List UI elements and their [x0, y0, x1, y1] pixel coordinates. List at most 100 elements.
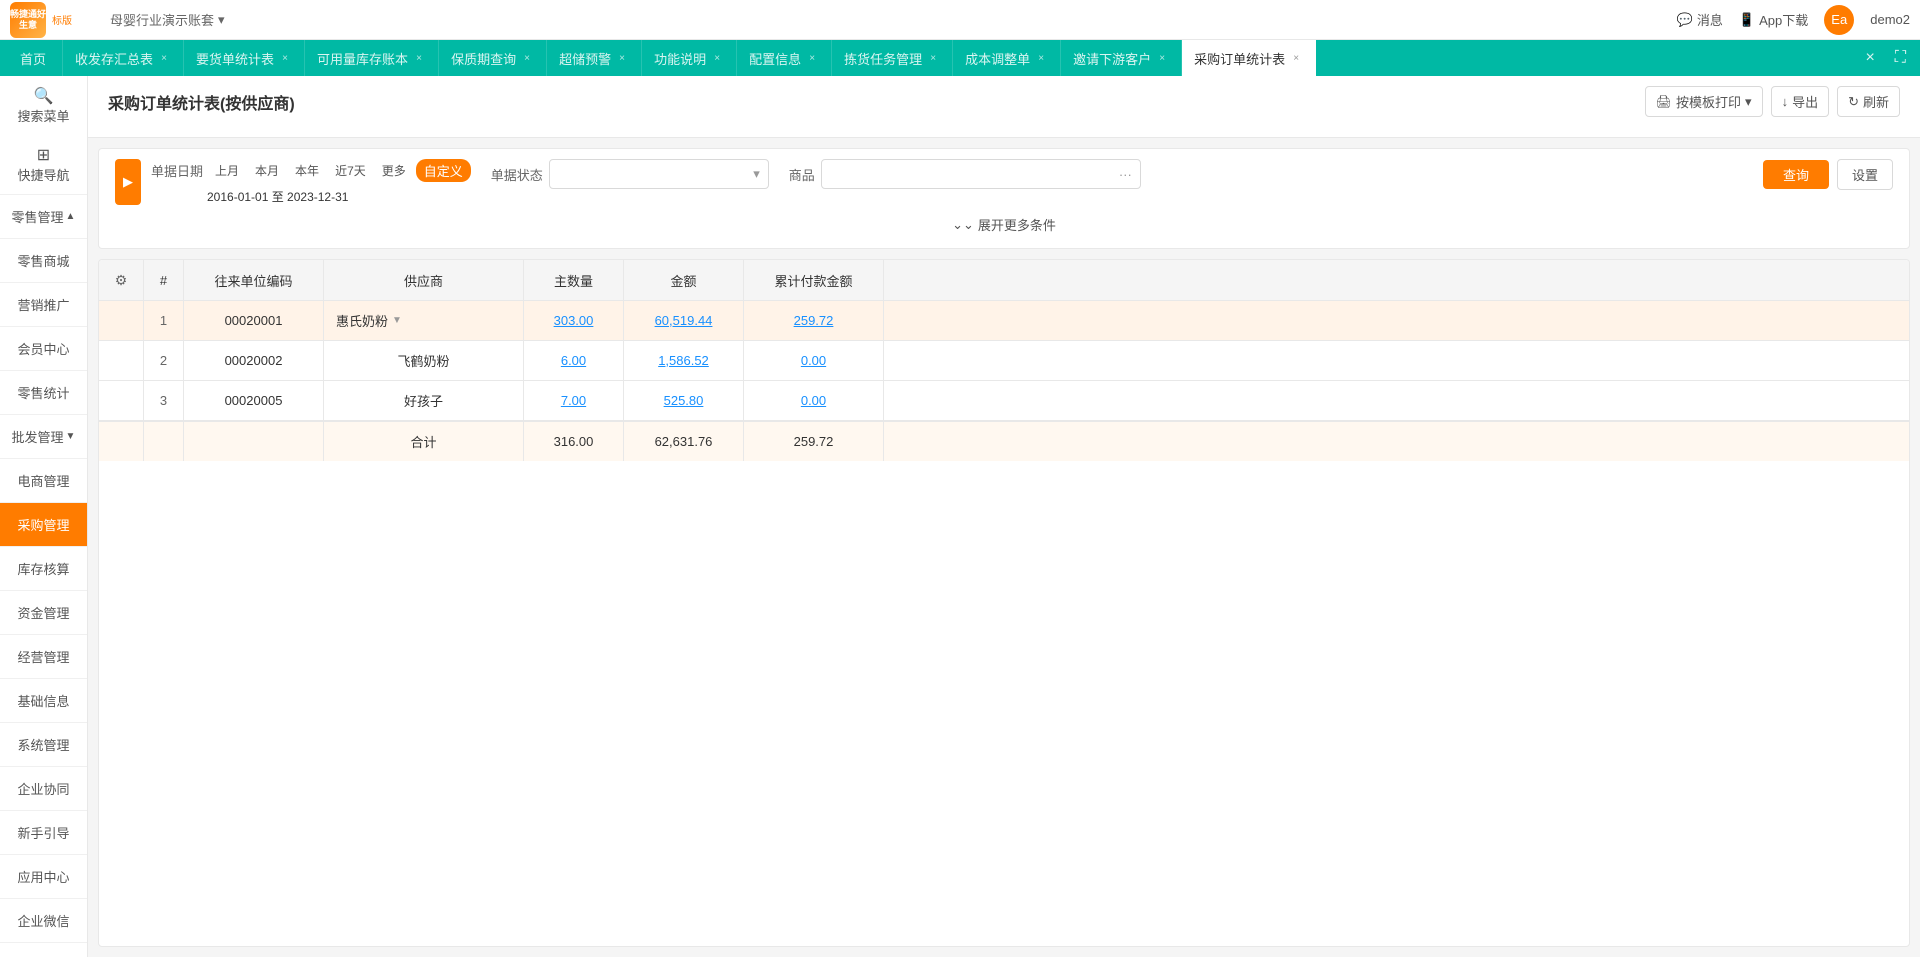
- cell-qty: 303.00: [524, 301, 624, 341]
- tab-close-bqxcx[interactable]: ×: [520, 51, 534, 65]
- nav-tabs: 首页 收发存汇总表 × 要货单统计表 × 可用量库存账本 × 保质期查询 × 超…: [0, 40, 1920, 76]
- page-title: 采购订单统计表(按供应商): [108, 90, 295, 114]
- sidebar-item-app-center[interactable]: 应用中心: [0, 855, 87, 899]
- tab-ccyj[interactable]: 超储预警 ×: [547, 40, 642, 76]
- sidebar-quick-nav[interactable]: ⊞ 快捷导航: [0, 135, 87, 195]
- sidebar-item-marketing[interactable]: 营销推广: [0, 283, 87, 327]
- page-header: 采购订单统计表(按供应商) 🖨 按模板打印 ▾ ↓ 导出 ↻ 刷新: [88, 76, 1920, 138]
- sidebar-item-system[interactable]: 系统管理: [0, 723, 87, 767]
- table-row: 2 00020002 飞鹤奶粉 6.00 1,586.52 0.00: [99, 341, 1909, 381]
- tab-maximize-btn[interactable]: ⛶: [1885, 49, 1916, 67]
- col-settings: ⚙: [99, 260, 144, 301]
- message-btn[interactable]: 💬 消息: [1677, 10, 1723, 29]
- shortcut-this-month[interactable]: 本月: [249, 160, 285, 181]
- col-supplier: 供应商: [324, 260, 524, 301]
- tab-close-shfd[interactable]: ×: [157, 51, 171, 65]
- sidebar-item-inventory[interactable]: 库存核算: [0, 547, 87, 591]
- column-settings-icon[interactable]: ⚙: [111, 270, 131, 290]
- content-inner: ▶ 单据日期 上月 本月 本年 近7天: [88, 138, 1920, 957]
- sidebar-item-purchase[interactable]: 采购管理: [0, 503, 87, 547]
- date-shortcuts: 上月 本月 本年 近7天 更多 自定义: [209, 159, 471, 182]
- tab-cbtz[interactable]: 成本调整单 ×: [953, 40, 1061, 76]
- status-filter: 单据状态 ▾: [491, 159, 769, 189]
- col-paid: 累计付款金额: [744, 260, 884, 301]
- footer-rownum: [144, 421, 184, 461]
- goods-label: 商品: [789, 165, 815, 184]
- tab-yhtjb[interactable]: 要货单统计表 ×: [184, 40, 305, 76]
- tab-end-actions: × ⛶: [1855, 40, 1916, 76]
- sidebar-search[interactable]: 🔍 搜索菜单: [0, 76, 87, 135]
- sidebar-item-vip[interactable]: 畅会员: [0, 943, 87, 957]
- tab-close-cbtz[interactable]: ×: [1034, 51, 1048, 65]
- cell-unit-code: 00020002: [184, 341, 324, 381]
- cell-amount: 60,519.44: [624, 301, 744, 341]
- sidebar-item-member[interactable]: 会员中心: [0, 327, 87, 371]
- tab-pzsxx[interactable]: 配置信息 ×: [737, 40, 832, 76]
- filter-top-row: ▶ 单据日期 上月 本月 本年 近7天: [115, 159, 1893, 205]
- cell-settings: [99, 301, 144, 341]
- tab-gnms[interactable]: 功能说明 ×: [642, 40, 737, 76]
- tab-kylkzb[interactable]: 可用量库存账本 ×: [305, 40, 439, 76]
- tab-yqxyhyh[interactable]: 邀请下游客户 ×: [1061, 40, 1182, 76]
- app-download-btn[interactable]: 📱 App下载: [1739, 10, 1808, 29]
- tab-shfd[interactable]: 收发存汇总表 ×: [63, 40, 184, 76]
- cell-supplier: 好孩子: [324, 381, 524, 422]
- user-avatar[interactable]: Ea: [1824, 5, 1854, 35]
- tab-cgdd[interactable]: 采购订单统计表 ×: [1182, 40, 1316, 76]
- date-custom-label[interactable]: 自定义: [416, 159, 471, 182]
- sidebar-item-newbie[interactable]: 新手引导: [0, 811, 87, 855]
- cell-unit-code: 00020005: [184, 381, 324, 422]
- settings-btn[interactable]: 设置: [1837, 159, 1893, 190]
- shortcut-last-month[interactable]: 上月: [209, 160, 245, 181]
- sidebar-item-wechat[interactable]: 企业微信: [0, 899, 87, 943]
- top-actions: 💬 消息 📱 App下载 Ea demo2: [1677, 5, 1910, 35]
- export-btn[interactable]: ↓ 导出: [1771, 86, 1830, 117]
- sidebar-item-retail[interactable]: 零售管理 ▲: [0, 195, 87, 239]
- sidebar-item-retail-stats[interactable]: 零售统计: [0, 371, 87, 415]
- tab-close-all-btn[interactable]: ×: [1855, 49, 1884, 67]
- tab-close-yhtjb[interactable]: ×: [278, 51, 292, 65]
- expand-icon[interactable]: ▼: [392, 315, 402, 326]
- print-btn[interactable]: 🖨 按模板打印 ▾: [1645, 86, 1763, 117]
- goods-select[interactable]: ···: [821, 159, 1141, 189]
- table-row: 3 00020005 好孩子 7.00 525.80 0.00: [99, 381, 1909, 422]
- sidebar-item-ecommerce[interactable]: 电商管理: [0, 459, 87, 503]
- tab-close-gnms[interactable]: ×: [710, 51, 724, 65]
- sidebar-item-operations[interactable]: 经营管理: [0, 635, 87, 679]
- cell-paid: 0.00: [744, 381, 884, 422]
- date-filter: 单据日期 上月 本月 本年 近7天 更多 自定义: [151, 159, 471, 205]
- col-rownum: #: [144, 260, 184, 301]
- sidebar-item-wholesale[interactable]: 批发管理 ▼: [0, 415, 87, 459]
- logo-area: 畅捷通好生意 标版: [10, 2, 98, 38]
- tab-home[interactable]: 首页: [4, 40, 63, 76]
- filter-toggle-btn[interactable]: ▶: [115, 159, 141, 205]
- sidebar: 🔍 搜索菜单 ⊞ 快捷导航 零售管理 ▲ 零售商城 营销推广 会员中心 零售统计…: [0, 76, 88, 957]
- goods-filter: 商品 ···: [789, 159, 1141, 189]
- refresh-btn[interactable]: ↻ 刷新: [1837, 86, 1900, 117]
- tab-close-ccyj[interactable]: ×: [615, 51, 629, 65]
- cell-rownum: 1: [144, 301, 184, 341]
- sidebar-item-enterprise[interactable]: 企业协同: [0, 767, 87, 811]
- footer-qty: 316.00: [524, 421, 624, 461]
- expand-more-btn[interactable]: ⌄⌄ 展开更多条件: [115, 211, 1893, 238]
- page-title-row: 采购订单统计表(按供应商) 🖨 按模板打印 ▾ ↓ 导出 ↻ 刷新: [108, 86, 1900, 117]
- shortcut-more[interactable]: 更多: [376, 160, 412, 181]
- query-btn[interactable]: 查询: [1763, 160, 1829, 189]
- sidebar-item-finance[interactable]: 资金管理: [0, 591, 87, 635]
- tab-close-yqxyhyh[interactable]: ×: [1155, 51, 1169, 65]
- tab-close-cgdd[interactable]: ×: [1289, 51, 1303, 65]
- tab-close-kylkzb[interactable]: ×: [412, 51, 426, 65]
- tab-close-phgl[interactable]: ×: [926, 51, 940, 65]
- workspace-selector[interactable]: 母婴行业演示账套 ▾: [98, 10, 1677, 29]
- cell-supplier: 飞鹤奶粉: [324, 341, 524, 381]
- shortcut-this-year[interactable]: 本年: [289, 160, 325, 181]
- username-label: demo2: [1870, 12, 1910, 27]
- tab-phgl[interactable]: 拣货任务管理 ×: [832, 40, 953, 76]
- shortcut-7days[interactable]: 近7天: [329, 160, 372, 181]
- tab-bqxcx[interactable]: 保质期查询 ×: [439, 40, 547, 76]
- tab-close-pzsxx[interactable]: ×: [805, 51, 819, 65]
- status-select[interactable]: ▾: [549, 159, 769, 189]
- sidebar-item-basic[interactable]: 基础信息: [0, 679, 87, 723]
- table-row: 1 00020001 惠氏奶粉 ▼ 303.00: [99, 301, 1909, 341]
- sidebar-item-retail-shop[interactable]: 零售商城: [0, 239, 87, 283]
